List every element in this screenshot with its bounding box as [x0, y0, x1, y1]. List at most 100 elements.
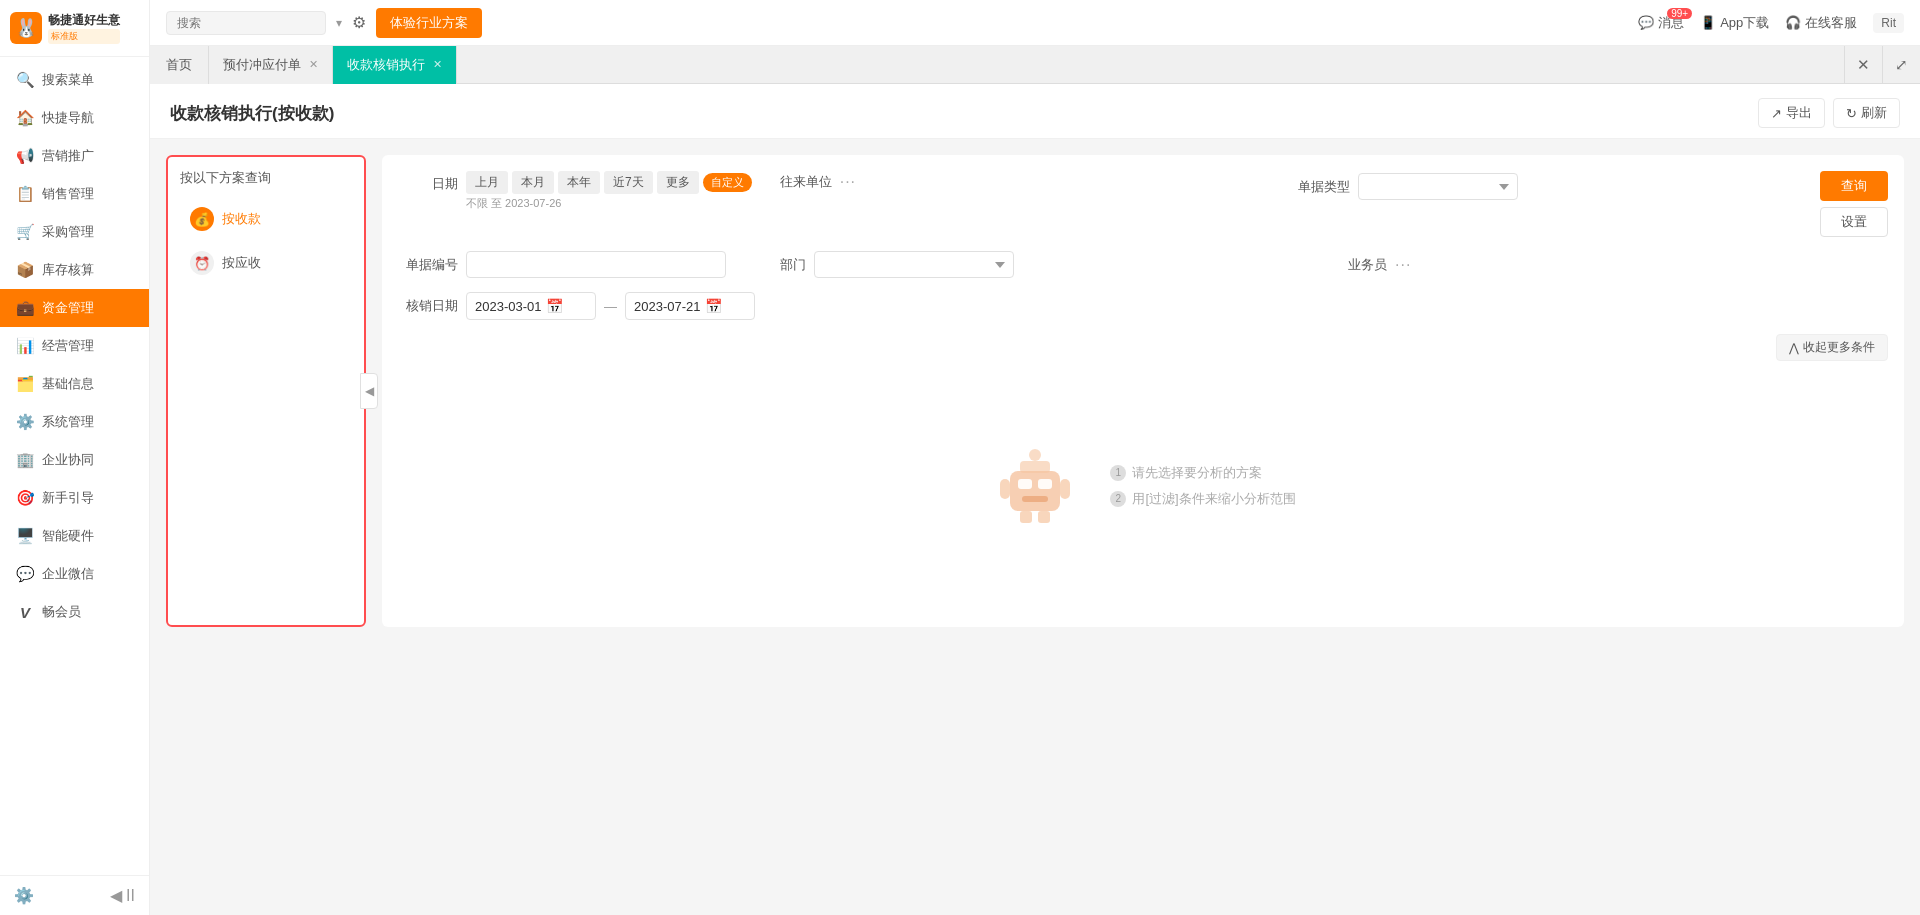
sidebar-item-system[interactable]: ⚙️ 系统管理 [0, 403, 149, 441]
date-custom-badge: 自定义 [703, 173, 752, 192]
sidebar-item-hardware[interactable]: 🖥️ 智能硬件 [0, 517, 149, 555]
doc-num-input[interactable] [466, 251, 726, 278]
app-label: App下载 [1720, 14, 1769, 32]
svg-rect-6 [1020, 511, 1032, 523]
salesperson-dots-btn[interactable]: ··· [1395, 256, 1411, 274]
collapse-more-label: 收起更多条件 [1803, 339, 1875, 356]
export-icon: ↗ [1771, 106, 1782, 121]
inventory-icon: 📦 [16, 261, 34, 279]
sidebar-item-operations[interactable]: 📊 经营管理 [0, 327, 149, 365]
tab-verify-close-icon[interactable]: ✕ [433, 58, 442, 71]
refresh-label: 刷新 [1861, 104, 1887, 122]
empty-text: 1 请先选择要分析的方案 2 用[过滤]条件来缩小分析范围 [1110, 460, 1295, 512]
system-icon: ⚙️ [16, 413, 34, 431]
form-row-3: 核销日期 2023-03-01 📅 — 2023-07-21 📅 [398, 292, 1888, 320]
quick-nav-icon: 🏠 [16, 109, 34, 127]
panel-item-by-receipt[interactable]: 💰 按收款 [180, 199, 352, 239]
verify-date-start-input[interactable]: 2023-03-01 📅 [466, 292, 596, 320]
tab-verify[interactable]: 收款核销执行 ✕ [333, 46, 457, 84]
query-btn[interactable]: 查询 [1820, 171, 1888, 201]
sidebar-label-finance: 资金管理 [42, 299, 94, 317]
date-more-btn[interactable]: 更多 [657, 171, 699, 194]
by-receipt-label: 按收款 [222, 210, 261, 228]
page-title: 收款核销执行(按收款) [170, 102, 334, 125]
tab-expand-icon[interactable]: ⤢ [1882, 46, 1920, 84]
industry-btn[interactable]: 体验行业方案 [376, 8, 482, 38]
sidebar-nav: 🔍 搜索菜单 🏠 快捷导航 📢 营销推广 📋 销售管理 🛒 采购管理 📦 库存核… [0, 57, 149, 875]
date-this-year-btn[interactable]: 本年 [558, 171, 600, 194]
topbar-msg-btn[interactable]: 💬 消息 99+ [1638, 14, 1684, 32]
step-2-num: 2 [1110, 491, 1126, 507]
panel-item-by-receivable[interactable]: ⏰ 按应收 [180, 243, 352, 283]
service-icon: 🎧 [1785, 15, 1801, 30]
date-this-month-btn[interactable]: 本月 [512, 171, 554, 194]
sidebar-item-purchase[interactable]: 🛒 采购管理 [0, 213, 149, 251]
empty-state: 1 请先选择要分析的方案 2 用[过滤]条件来缩小分析范围 [398, 361, 1888, 611]
tab-prepay[interactable]: 预付冲应付单 ✕ [209, 46, 333, 84]
topbar-gear-icon[interactable]: ⚙ [352, 13, 366, 32]
sidebar-label-enterprise: 企业协同 [42, 451, 94, 469]
sidebar-item-wechat[interactable]: 💬 企业微信 [0, 555, 149, 593]
svg-rect-7 [1038, 511, 1050, 523]
export-btn[interactable]: ↗ 导出 [1758, 98, 1825, 128]
refresh-btn[interactable]: ↻ 刷新 [1833, 98, 1900, 128]
topbar: ▾ ⚙ 体验行业方案 💬 消息 99+ 📱 App下载 🎧 在线客服 Rit [150, 0, 1920, 46]
topbar-user[interactable]: Rit [1873, 13, 1904, 33]
query-btns: 查询 设置 [1820, 171, 1888, 237]
tab-home[interactable]: 首页 [150, 46, 209, 84]
sidebar-item-inventory[interactable]: 📦 库存核算 [0, 251, 149, 289]
sidebar-item-guide[interactable]: 🎯 新手引导 [0, 479, 149, 517]
date-7days-btn[interactable]: 近7天 [604, 171, 653, 194]
operations-icon: 📊 [16, 337, 34, 355]
guide-icon: 🎯 [16, 489, 34, 507]
date-label: 日期 [398, 171, 458, 193]
settings-btn[interactable]: 设置 [1820, 207, 1888, 237]
sidebar: 🐰 畅捷通好生意 标准版 🔍 搜索菜单 🏠 快捷导航 📢 营销推广 📋 销售管理… [0, 0, 150, 915]
collapse-sidebar-icon[interactable]: ◀‍ ‍‍‍‍‍II [110, 886, 135, 905]
by-receivable-icon: ⏰ [190, 251, 214, 275]
svg-rect-5 [1060, 479, 1070, 499]
topbar-chevron-icon[interactable]: ▾ [336, 16, 342, 30]
sidebar-label-marketing: 营销推广 [42, 147, 94, 165]
panel-title: 按以下方案查询 [180, 169, 352, 187]
sidebar-item-enterprise[interactable]: 🏢 企业协同 [0, 441, 149, 479]
sidebar-item-basic-info[interactable]: 🗂️ 基础信息 [0, 365, 149, 403]
sidebar-item-search-menu[interactable]: 🔍 搜索菜单 [0, 61, 149, 99]
panel-collapse-btn[interactable]: ◀ [360, 373, 378, 409]
sales-icon: 📋 [16, 185, 34, 203]
logo-icon: 🐰 [10, 12, 42, 44]
enterprise-icon: 🏢 [16, 451, 34, 469]
tabbar: 首页 预付冲应付单 ✕ 收款核销执行 ✕ ✕ ⤢ [150, 46, 1920, 84]
member-icon: V [16, 604, 34, 621]
date-last-month-btn[interactable]: 上月 [466, 171, 508, 194]
svg-rect-1 [1018, 479, 1032, 489]
collapse-more-btn[interactable]: ⋀ 收起更多条件 [1776, 334, 1888, 361]
topbar-app-btn[interactable]: 📱 App下载 [1700, 14, 1769, 32]
dept-select[interactable] [814, 251, 1014, 278]
doc-num-label: 单据编号 [398, 256, 458, 274]
sidebar-item-quick-nav[interactable]: 🏠 快捷导航 [0, 99, 149, 137]
logo-text-area: 畅捷通好生意 标准版 [48, 12, 120, 44]
svg-rect-0 [1010, 471, 1060, 511]
sidebar-item-finance[interactable]: 💼 资金管理 [0, 289, 149, 327]
left-panel: 按以下方案查询 💰 按收款 ⏰ 按应收 ◀ [166, 155, 366, 627]
verify-date-end-input[interactable]: 2023-07-21 📅 [625, 292, 755, 320]
tab-prepay-close-icon[interactable]: ✕ [309, 58, 318, 71]
sidebar-item-member[interactable]: V 畅会员 [0, 593, 149, 631]
dept-field: 部门 [746, 251, 1307, 278]
salesperson-label: 业务员 [1327, 256, 1387, 274]
tab-close-all-icon[interactable]: ✕ [1844, 46, 1882, 84]
settings-bottom-icon[interactable]: ⚙️ [14, 886, 34, 905]
sidebar-label-quick-nav: 快捷导航 [42, 109, 94, 127]
topbar-search-input[interactable] [166, 11, 326, 35]
hardware-icon: 🖥️ [16, 527, 34, 545]
basic-info-icon: 🗂️ [16, 375, 34, 393]
sidebar-item-marketing[interactable]: 📢 营销推广 [0, 137, 149, 175]
empty-step-2: 2 用[过滤]条件来缩小分析范围 [1110, 486, 1295, 512]
app-icon: 📱 [1700, 15, 1716, 30]
topbar-service-btn[interactable]: 🎧 在线客服 [1785, 14, 1857, 32]
page-content: 收款核销执行(按收款) ↗ 导出 ↻ 刷新 按以下方案查询 💰 按收款 [150, 84, 1920, 915]
counterparty-dots-btn[interactable]: ··· [840, 173, 856, 191]
sidebar-item-sales[interactable]: 📋 销售管理 [0, 175, 149, 213]
doc-type-select[interactable] [1358, 173, 1518, 200]
